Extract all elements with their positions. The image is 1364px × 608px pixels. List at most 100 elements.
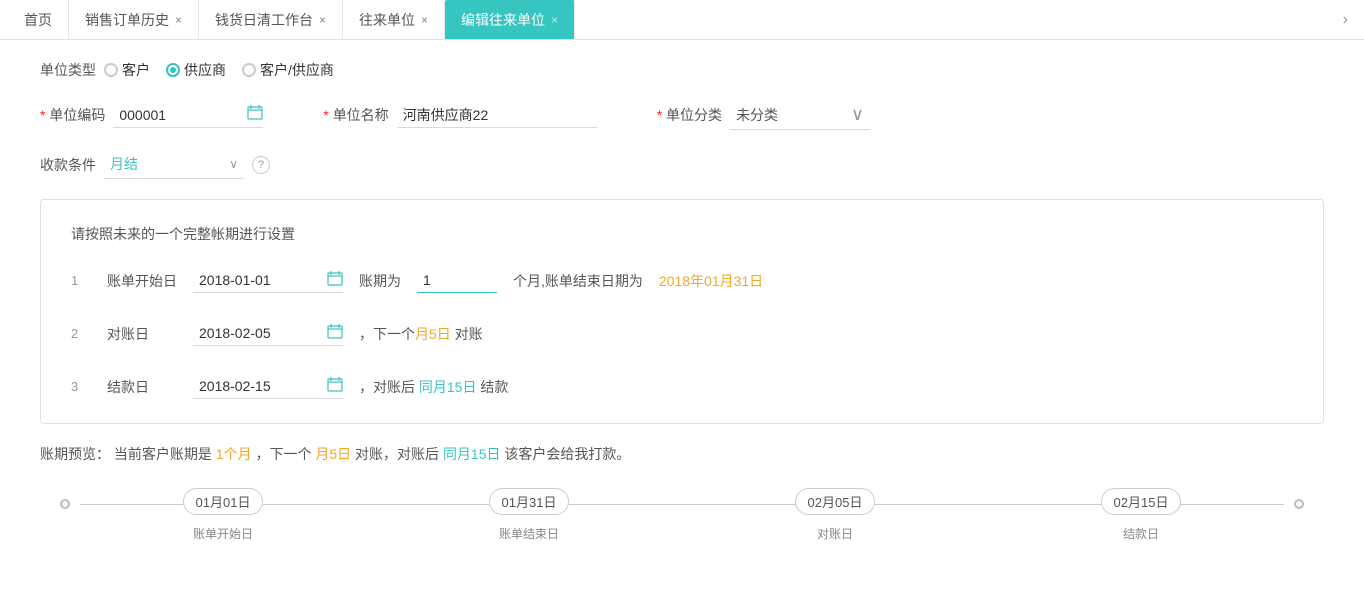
period-row-1-suffix-before: 账期为 xyxy=(359,271,401,291)
tab-contact-unit-close[interactable]: × xyxy=(421,13,428,27)
preview-text-4: 月5日 xyxy=(315,446,351,462)
period-row-2-label: 对账日 xyxy=(107,324,177,344)
timeline-label-2: 账单结束日 xyxy=(499,525,559,542)
timeline-badge-1: 01月01日 xyxy=(183,488,264,515)
unit-name-group: 单位名称 xyxy=(323,103,596,128)
radio-both-circle xyxy=(242,63,256,77)
tab-contact-unit[interactable]: 往来单位 × xyxy=(343,0,445,39)
period-card: 请按照未来的一个完整帐期进行设置 1 账单开始日 账期为 个月,账单结束日期为 … xyxy=(40,199,1324,424)
period-row-1-highlight: 2018年01月31日 xyxy=(659,271,763,291)
tab-home-label: 首页 xyxy=(24,10,52,30)
radio-supplier-circle xyxy=(166,63,180,77)
period-row-2-highlight: 月5日 xyxy=(415,326,451,342)
page-content: 单位类型 客户 供应商 客户/供应商 单位编码 xyxy=(0,40,1364,608)
radio-customer[interactable]: 客户 xyxy=(104,60,150,80)
payment-row: 收款条件 月结 ∨ ? xyxy=(40,150,1324,179)
unit-name-input[interactable] xyxy=(397,103,597,127)
payment-dropdown-arrow: ∨ xyxy=(229,157,238,171)
payment-help-icon[interactable]: ? xyxy=(252,156,270,174)
tabs-bar: 首页 销售订单历史 × 钱货日清工作台 × 往来单位 × 编辑往来单位 × › xyxy=(0,0,1364,40)
timeline-node-1: 01月01日 账单开始日 xyxy=(183,488,264,542)
tab-cash-work-close[interactable]: × xyxy=(319,13,326,27)
period-card-title: 请按照未来的一个完整帐期进行设置 xyxy=(71,224,1293,244)
period-row-3-highlight: 同月15日 xyxy=(419,379,477,395)
period-row-2-num: 2 xyxy=(71,326,91,341)
tab-sales-history-label: 销售订单历史 xyxy=(85,10,169,30)
tab-edit-unit[interactable]: 编辑往来单位 × xyxy=(445,0,575,39)
payment-select[interactable]: 月结 ∨ xyxy=(104,150,244,179)
unit-type-row: 单位类型 客户 供应商 客户/供应商 xyxy=(40,60,1324,80)
period-row-2-date-input xyxy=(193,321,343,346)
period-row-3-cal-icon[interactable] xyxy=(327,376,343,397)
payment-value: 月结 xyxy=(110,154,223,174)
timeline-nodes-inner: 01月01日 账单开始日 01月31日 账单结束日 02月05日 对账日 02月… xyxy=(70,488,1294,542)
unit-classify-select[interactable]: 未分类 ∨ xyxy=(730,100,870,130)
timeline-right-dot xyxy=(1294,499,1304,509)
timeline-badge-4: 02月15日 xyxy=(1101,488,1182,515)
timeline-nodes: 01月01日 账单开始日 01月31日 账单结束日 02月05日 对账日 02月… xyxy=(60,488,1304,542)
period-row-2-date-field[interactable] xyxy=(193,321,323,345)
preview-text-7: 该客户会给我打款。 xyxy=(504,446,630,462)
period-row-1-cal-icon[interactable] xyxy=(327,270,343,291)
tabs-expand-button[interactable]: › xyxy=(1335,11,1356,29)
radio-both-label: 客户/供应商 xyxy=(260,60,334,80)
unit-classify-label: 单位分类 xyxy=(657,105,722,125)
radio-customer-circle xyxy=(104,63,118,77)
period-row-2-cal-icon[interactable] xyxy=(327,323,343,344)
tab-cash-work[interactable]: 钱货日清工作台 × xyxy=(199,0,343,39)
tab-sales-history-close[interactable]: × xyxy=(175,13,182,27)
tab-edit-unit-label: 编辑往来单位 xyxy=(461,10,545,30)
preview-section: 账期预览： 当前客户账期是 1个月 ，下一个 月5日 对账，对账后 同月15日 … xyxy=(40,444,1324,464)
period-row-3-label: 结款日 xyxy=(107,377,177,397)
unit-classify-value: 未分类 xyxy=(736,105,845,125)
radio-customer-label: 客户 xyxy=(122,60,150,80)
period-row-3: 3 结款日 ，对账后 同月15日 结款 xyxy=(71,374,1293,399)
unit-code-input[interactable] xyxy=(113,103,243,127)
period-row-1-date-input xyxy=(193,268,343,293)
unit-name-label: 单位名称 xyxy=(323,105,388,125)
period-row-3-date-field[interactable] xyxy=(193,374,323,398)
timeline-node-4: 02月15日 结款日 xyxy=(1101,488,1182,542)
unit-name-input-wrapper xyxy=(397,103,597,128)
tab-edit-unit-close[interactable]: × xyxy=(551,13,558,27)
period-row-1-date-field[interactable] xyxy=(193,268,323,292)
period-row-3-date-input xyxy=(193,374,343,399)
period-row-1-label: 账单开始日 xyxy=(107,271,177,291)
unit-info-row: 单位编码 单位名称 单位分类 未分类 ∨ xyxy=(40,100,1324,130)
unit-type-field: 单位类型 客户 供应商 客户/供应商 xyxy=(40,60,334,80)
preview-text-3: ，下一个 xyxy=(255,446,311,462)
preview-label: 账期预览： xyxy=(40,446,110,462)
unit-code-label: 单位编码 xyxy=(40,105,105,125)
timeline-badge-3: 02月05日 xyxy=(795,488,876,515)
tab-cash-work-label: 钱货日清工作台 xyxy=(215,10,313,30)
tab-home[interactable]: 首页 xyxy=(8,0,69,39)
timeline-left-dot xyxy=(60,499,70,509)
timeline-wrapper: 01月01日 账单开始日 01月31日 账单结束日 02月05日 对账日 02月… xyxy=(40,488,1324,542)
timeline-label-4: 结款日 xyxy=(1123,525,1159,542)
period-row-3-desc: ，对账后 同月15日 结款 xyxy=(359,377,508,397)
payment-group: 收款条件 月结 ∨ ? xyxy=(40,150,270,179)
timeline-badge-2: 01月31日 xyxy=(489,488,570,515)
unit-code-input-wrapper xyxy=(113,103,263,128)
unit-classify-arrow: ∨ xyxy=(851,104,864,125)
period-row-1-month-input[interactable] xyxy=(417,268,497,293)
preview-text-2: 1个月 xyxy=(216,446,252,462)
period-row-2-desc: ，下一个月5日 对账 xyxy=(359,324,483,344)
unit-classify-group: 单位分类 未分类 ∨ xyxy=(657,100,870,130)
tab-sales-history[interactable]: 销售订单历史 × xyxy=(69,0,199,39)
radio-both[interactable]: 客户/供应商 xyxy=(242,60,334,80)
period-row-1-suffix-after: 个月,账单结束日期为 xyxy=(513,271,643,291)
preview-text-6: 同月15日 xyxy=(443,446,501,462)
timeline-label-3: 对账日 xyxy=(817,525,853,542)
tab-contact-unit-label: 往来单位 xyxy=(359,10,415,30)
radio-supplier[interactable]: 供应商 xyxy=(166,60,226,80)
radio-group: 客户 供应商 客户/供应商 xyxy=(104,60,334,80)
preview-text-5: 对账，对账后 xyxy=(355,446,439,462)
payment-label: 收款条件 xyxy=(40,155,96,175)
period-row-3-num: 3 xyxy=(71,379,91,394)
timeline-node-3: 02月05日 对账日 xyxy=(795,488,876,542)
radio-supplier-label: 供应商 xyxy=(184,60,226,80)
timeline-node-2: 01月31日 账单结束日 xyxy=(489,488,570,542)
unit-code-icon[interactable] xyxy=(247,104,263,125)
period-row-1-num: 1 xyxy=(71,273,91,288)
